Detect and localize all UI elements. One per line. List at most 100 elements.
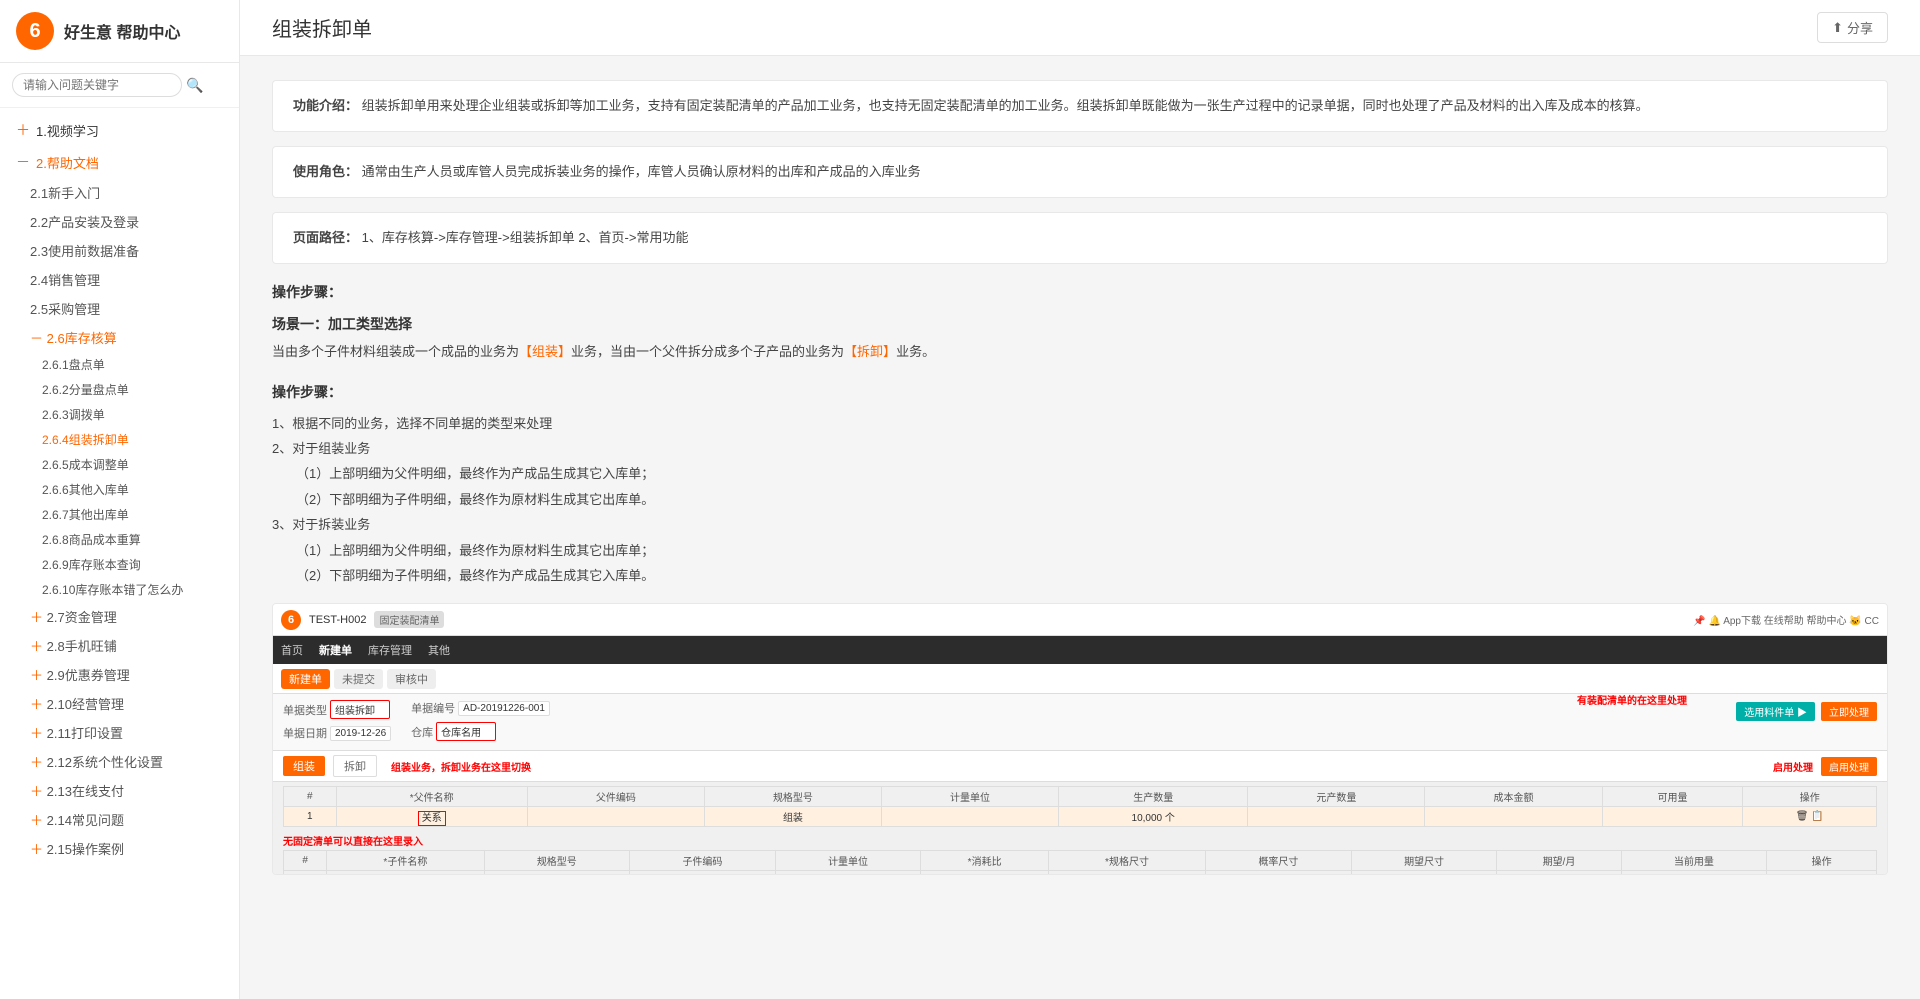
sidebar-item-mobile[interactable]: ＋ 2.8手机旺铺 <box>0 631 239 660</box>
main-body: 功能介绍： 组装拆卸单用来处理企业组装或拆卸等加工业务，支持有固定装配清单的产品… <box>240 56 1920 999</box>
sidebar-item-video[interactable]: ＋ 1.视频学习 <box>0 114 239 146</box>
mock-nav: 首页 新建单 库存管理 其他 <box>273 636 1887 664</box>
sidebar-item-data-prep[interactable]: 2.3使用前数据准备 <box>0 236 239 265</box>
sidebar-item-install[interactable]: 2.2产品安装及登录 <box>0 207 239 236</box>
sidebar-item-inventory[interactable]: － 2.6库存核算 <box>0 323 239 352</box>
sidebar-item-purchase[interactable]: 2.5采购管理 <box>0 294 239 323</box>
mock-input-date: 2019-12-26 <box>330 726 391 741</box>
step-list: 1、根据不同的业务，选择不同单据的类型来处理 2、对于组装业务 （1）上部明细为… <box>272 412 1888 588</box>
path-label: 页面路径： <box>293 230 358 245</box>
plus-icon: ＋ <box>16 120 30 140</box>
share-button[interactable]: ⬆ 分享 <box>1817 12 1888 43</box>
minus-icon2: － <box>30 331 43 346</box>
func-intro-box: 功能介绍： 组装拆卸单用来处理企业组装或拆卸等加工业务，支持有固定装配清单的产品… <box>272 80 1888 132</box>
sidebar-item-cost-adjust[interactable]: 2.6.5成本调整单 <box>0 452 239 477</box>
mock-table2: # *子件名称 规格型号 子件编码 计量单位 *消耗比 *规格尺寸 概率尺寸 期… <box>283 850 1877 874</box>
role-label: 使用角色： <box>293 164 358 179</box>
sidebar-item-stocktake[interactable]: 2.6.1盘点单 <box>0 352 239 377</box>
mock-table2-wrap: 无固定清单可以直接在这里录入 # *子件名称 规格型号 子件编码 计量单位 *消… <box>273 831 1887 874</box>
sidebar-item-other-in[interactable]: 2.6.6其他入库单 <box>0 477 239 502</box>
step1: 1、根据不同的业务，选择不同单据的类型来处理 <box>272 412 1888 435</box>
mock-tab-reviewing: 审核中 <box>387 669 436 689</box>
sidebar-item-ops[interactable]: ＋ 2.10经营管理 <box>0 689 239 718</box>
sidebar-item-cost-recalc[interactable]: 2.6.8商品成本重算 <box>0 527 239 552</box>
mock-top-icons: 📌 🔔 App下载 在线帮助 帮助中心 🐱 CC <box>1693 612 1879 627</box>
sidebar-header: 6 好生意 帮助中心 <box>0 0 239 63</box>
func-intro-label: 功能介绍： <box>293 98 358 113</box>
sidebar-item-newbie[interactable]: 2.1新手入门 <box>0 178 239 207</box>
share-icon: ⬆ <box>1832 20 1843 36</box>
mock-table1-wrap: # *父件名称 父件编码 规格型号 计量单位 生产数量 元产数量 成本金额 可用… <box>273 782 1887 831</box>
sidebar-item-partial-stocktake[interactable]: 2.6.2分量盘点单 <box>0 377 239 402</box>
mock-tab-bar: 新建单 未提交 审核中 <box>273 664 1887 694</box>
scene1-desc: 当由多个子件材料组装成一个成品的业务为【组装】业务，当由一个父件拆分成多个子产品… <box>272 340 1888 363</box>
th-prod-qty: 生产数量 <box>1059 787 1248 807</box>
mock-input-type: 组装拆卸 <box>330 700 390 719</box>
mock-btn-disassembly[interactable]: 拆卸 <box>333 755 377 777</box>
mock-table1: # *父件名称 父件编码 规格型号 计量单位 生产数量 元产数量 成本金额 可用… <box>283 786 1877 827</box>
assembly-term: 【组装】 <box>519 344 571 359</box>
sidebar-item-system[interactable]: ＋ 2.12系统个性化设置 <box>0 747 239 776</box>
search-input[interactable] <box>12 73 182 97</box>
page-title: 组装拆卸单 <box>272 13 372 42</box>
ops-steps-title: 操作步骤： <box>272 282 1888 302</box>
mock-nav-home: 首页 <box>281 642 303 658</box>
sidebar-item-transfer[interactable]: 2.6.3调拨单 <box>0 402 239 427</box>
mock-top-bar: 6 TEST-H002 固定装配清单 📌 🔔 App下载 在线帮助 帮助中心 🐱… <box>273 604 1887 636</box>
mock-confirm-btn[interactable]: 立即处理 <box>1821 702 1877 721</box>
mock-company: TEST-H002 <box>309 614 366 626</box>
step2-sub1: （1）上部明细为父件明细，最终作为产成品生成其它入库单； <box>296 462 1888 485</box>
sidebar: 6 好生意 帮助中心 🔍 ＋ 1.视频学习 － 2.帮助文档 2.1新手入门 2… <box>0 0 240 999</box>
minus-icon: － <box>16 152 30 172</box>
sidebar-item-cases[interactable]: ＋ 2.15操作案例 <box>0 834 239 863</box>
sidebar-item-stock-ledger-fix[interactable]: 2.6.10库存账本错了怎么办 <box>0 577 239 602</box>
logo-icon: 6 <box>16 12 54 50</box>
mock-select-btn[interactable]: 选用料件单 ▶ <box>1736 702 1815 721</box>
mock-table2-header: # *子件名称 规格型号 子件编码 计量单位 *消耗比 *规格尺寸 概率尺寸 期… <box>284 851 1877 871</box>
step2: 2、对于组装业务 <box>272 437 1888 460</box>
mock-nav-other: 其他 <box>428 642 450 658</box>
step3-sub2: （2）下部明细为子件明细，最终作为产成品生成其它入库单。 <box>296 564 1888 587</box>
role-box: 使用角色： 通常由生产人员或库管人员完成拆装业务的操作，库管人员确认原材料的出库… <box>272 146 1888 198</box>
scene1-title: 场景一：加工类型选择 <box>272 314 1888 334</box>
mock-logo: 6 <box>281 610 301 630</box>
sidebar-item-payment[interactable]: ＋ 2.13在线支付 <box>0 776 239 805</box>
mock-field-date: 单据日期 2019-12-26 <box>283 725 391 741</box>
th-orig-qty: 元产数量 <box>1248 787 1425 807</box>
th-cost: 成本金额 <box>1425 787 1602 807</box>
mock-btn-assembly[interactable]: 组装 <box>283 756 325 776</box>
sidebar-label-video: 1.视频学习 <box>36 121 99 140</box>
sidebar-item-faq[interactable]: ＋ 2.14常见问题 <box>0 805 239 834</box>
sidebar-item-docs[interactable]: － 2.帮助文档 <box>0 146 239 178</box>
disassembly-term: 【拆卸】 <box>844 344 896 359</box>
sidebar-nav: ＋ 1.视频学习 － 2.帮助文档 2.1新手入门 2.2产品安装及登录 2.3… <box>0 108 239 999</box>
step2-sub2: （2）下部明细为子件明细，最终作为原材料生成其它出库单。 <box>296 488 1888 511</box>
screenshot-mock: 6 TEST-H002 固定装配清单 📌 🔔 App下载 在线帮助 帮助中心 🐱… <box>273 604 1887 874</box>
mock-nav-new: 新建单 <box>319 642 352 658</box>
search-box: 🔍 <box>0 63 239 108</box>
mock-form-area: 单据类型 组装拆卸 单据日期 2019-12-26 单据编号 AD-201912… <box>273 694 1887 751</box>
annotation-bill-list: 有装配清单的在这里处理 <box>1577 692 1687 707</box>
annotation-switch: 组装业务，拆卸业务在这里切换 <box>391 759 531 774</box>
mock-field-warehouse: 仓库 仓库名用 <box>411 722 550 741</box>
sidebar-item-coupon[interactable]: ＋ 2.9优惠券管理 <box>0 660 239 689</box>
th-unit: 计量单位 <box>881 787 1058 807</box>
table-row: 1 关系 组装 10,000 个 🗑 📋 <box>284 807 1877 827</box>
table-row: 1 商品1 🗑 📋 <box>284 871 1877 875</box>
main-header: 组装拆卸单 ⬆ 分享 <box>240 0 1920 56</box>
sidebar-item-finance[interactable]: ＋ 2.7资金管理 <box>0 602 239 631</box>
annotation-process: 启用处理 <box>1773 759 1813 774</box>
mock-input-warehouse: 仓库名用 <box>436 722 496 741</box>
search-button[interactable]: 🔍 <box>186 77 203 94</box>
sidebar-item-sales[interactable]: 2.4销售管理 <box>0 265 239 294</box>
sidebar-item-stock-ledger[interactable]: 2.6.9库存账本查询 <box>0 552 239 577</box>
func-intro-text: 组装拆卸单用来处理企业组装或拆卸等加工业务，支持有固定装配清单的产品加工业务，也… <box>362 98 1649 113</box>
mock-type-row: 组装 拆卸 组装业务，拆卸业务在这里切换 启用处理 启用处理 <box>273 751 1887 782</box>
sidebar-item-assembly[interactable]: 2.6.4组装拆卸单 <box>0 427 239 452</box>
screenshot-container: 6 TEST-H002 固定装配清单 📌 🔔 App下载 在线帮助 帮助中心 🐱… <box>272 603 1888 875</box>
sidebar-label-docs: 2.帮助文档 <box>36 153 99 172</box>
sidebar-item-other-out[interactable]: 2.6.7其他出库单 <box>0 502 239 527</box>
mock-process-btn[interactable]: 启用处理 <box>1821 757 1877 776</box>
sidebar-item-print[interactable]: ＋ 2.11打印设置 <box>0 718 239 747</box>
mock-field-type: 单据类型 组装拆卸 <box>283 700 391 719</box>
